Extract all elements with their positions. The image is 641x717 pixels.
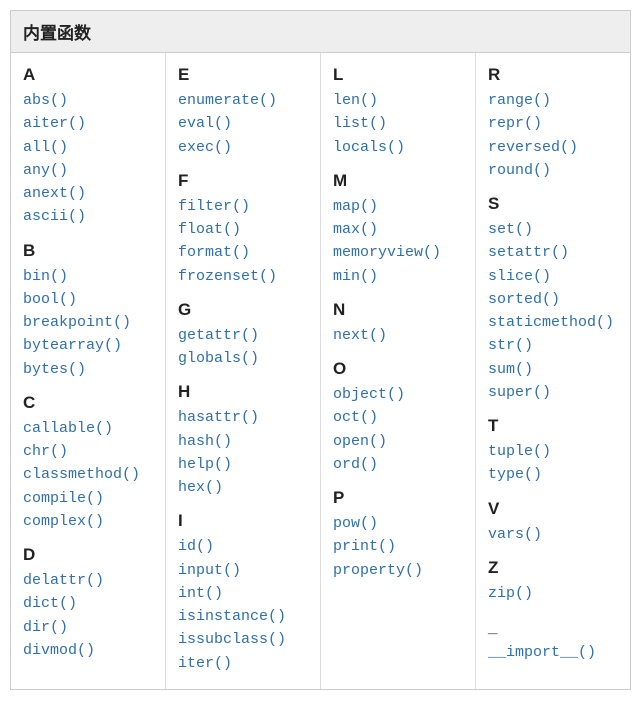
letter-heading: Z (488, 558, 618, 578)
letter-heading: L (333, 65, 463, 85)
column-0: Aabs()aiter()all()any()anext()ascii() Bbi… (11, 53, 166, 689)
function-link[interactable]: locals() (333, 136, 463, 159)
function-link[interactable]: issubclass() (178, 628, 308, 651)
function-link[interactable]: super() (488, 381, 618, 404)
table-header: 内置函数 (11, 11, 630, 53)
letter-heading: A (23, 65, 153, 85)
function-link[interactable]: oct() (333, 406, 463, 429)
function-link[interactable]: getattr() (178, 324, 308, 347)
function-link[interactable]: reversed() (488, 136, 618, 159)
letter-heading: F (178, 171, 308, 191)
letter-heading: _ (488, 617, 618, 637)
column-2: Llen()list()locals() Mmap()max()memoryvie… (321, 53, 476, 689)
function-link[interactable]: bytearray() (23, 334, 153, 357)
letter-heading: E (178, 65, 308, 85)
function-link[interactable]: delattr() (23, 569, 153, 592)
function-link[interactable]: input() (178, 559, 308, 582)
function-link[interactable]: complex() (23, 510, 153, 533)
function-link[interactable]: breakpoint() (23, 311, 153, 334)
letter-heading: R (488, 65, 618, 85)
function-link[interactable]: min() (333, 265, 463, 288)
function-link[interactable]: max() (333, 218, 463, 241)
column-3: Rrange()repr()reversed()round() Sset()set… (476, 53, 630, 689)
function-link[interactable]: callable() (23, 417, 153, 440)
letter-heading: C (23, 393, 153, 413)
function-link[interactable]: round() (488, 159, 618, 182)
function-link[interactable]: __import__() (488, 641, 618, 664)
letter-heading: N (333, 300, 463, 320)
function-link[interactable]: tuple() (488, 440, 618, 463)
function-link[interactable]: abs() (23, 89, 153, 112)
function-link[interactable]: bytes() (23, 358, 153, 381)
function-link[interactable]: bin() (23, 265, 153, 288)
function-link[interactable]: filter() (178, 195, 308, 218)
letter-heading: B (23, 241, 153, 261)
function-link[interactable]: zip() (488, 582, 618, 605)
function-link[interactable]: repr() (488, 112, 618, 135)
function-link[interactable]: str() (488, 334, 618, 357)
function-link[interactable]: divmod() (23, 639, 153, 662)
function-link[interactable]: chr() (23, 440, 153, 463)
function-link[interactable]: bool() (23, 288, 153, 311)
function-link[interactable]: memoryview() (333, 241, 463, 264)
function-link[interactable]: range() (488, 89, 618, 112)
function-link[interactable]: id() (178, 535, 308, 558)
header-title: 内置函数 (23, 24, 91, 43)
function-link[interactable]: object() (333, 383, 463, 406)
function-link[interactable]: ord() (333, 453, 463, 476)
function-link[interactable]: hash() (178, 430, 308, 453)
function-link[interactable]: slice() (488, 265, 618, 288)
function-link[interactable]: set() (488, 218, 618, 241)
function-link[interactable]: sum() (488, 358, 618, 381)
function-link[interactable]: pow() (333, 512, 463, 535)
function-link[interactable]: list() (333, 112, 463, 135)
letter-heading: P (333, 488, 463, 508)
letter-heading: H (178, 382, 308, 402)
letter-heading: M (333, 171, 463, 191)
function-link[interactable]: globals() (178, 347, 308, 370)
letter-heading: T (488, 416, 618, 436)
function-link[interactable]: compile() (23, 487, 153, 510)
function-link[interactable]: isinstance() (178, 605, 308, 628)
function-link[interactable]: aiter() (23, 112, 153, 135)
function-link[interactable]: type() (488, 463, 618, 486)
function-link[interactable]: open() (333, 430, 463, 453)
function-link[interactable]: staticmethod() (488, 311, 618, 334)
function-link[interactable]: setattr() (488, 241, 618, 264)
function-link[interactable]: dir() (23, 616, 153, 639)
builtin-functions-table: 内置函数 Aabs()aiter()all()any()anext()ascii… (10, 10, 631, 690)
function-link[interactable]: anext() (23, 182, 153, 205)
letter-heading: V (488, 499, 618, 519)
columns-container: Aabs()aiter()all()any()anext()ascii() Bbi… (11, 53, 630, 689)
function-link[interactable]: map() (333, 195, 463, 218)
function-link[interactable]: vars() (488, 523, 618, 546)
function-link[interactable]: classmethod() (23, 463, 153, 486)
function-link[interactable]: next() (333, 324, 463, 347)
function-link[interactable]: format() (178, 241, 308, 264)
function-link[interactable]: float() (178, 218, 308, 241)
function-link[interactable]: hex() (178, 476, 308, 499)
function-link[interactable]: hasattr() (178, 406, 308, 429)
letter-heading: S (488, 194, 618, 214)
function-link[interactable]: help() (178, 453, 308, 476)
function-link[interactable]: frozenset() (178, 265, 308, 288)
letter-heading: O (333, 359, 463, 379)
function-link[interactable]: exec() (178, 136, 308, 159)
function-link[interactable]: sorted() (488, 288, 618, 311)
function-link[interactable]: any() (23, 159, 153, 182)
letter-heading: I (178, 511, 308, 531)
letter-heading: G (178, 300, 308, 320)
function-link[interactable]: print() (333, 535, 463, 558)
function-link[interactable]: enumerate() (178, 89, 308, 112)
letter-heading: D (23, 545, 153, 565)
function-link[interactable]: dict() (23, 592, 153, 615)
function-link[interactable]: property() (333, 559, 463, 582)
column-1: Eenumerate()eval()exec() Ffilter()float()… (166, 53, 321, 689)
function-link[interactable]: all() (23, 136, 153, 159)
function-link[interactable]: ascii() (23, 205, 153, 228)
function-link[interactable]: iter() (178, 652, 308, 675)
function-link[interactable]: int() (178, 582, 308, 605)
function-link[interactable]: eval() (178, 112, 308, 135)
function-link[interactable]: len() (333, 89, 463, 112)
